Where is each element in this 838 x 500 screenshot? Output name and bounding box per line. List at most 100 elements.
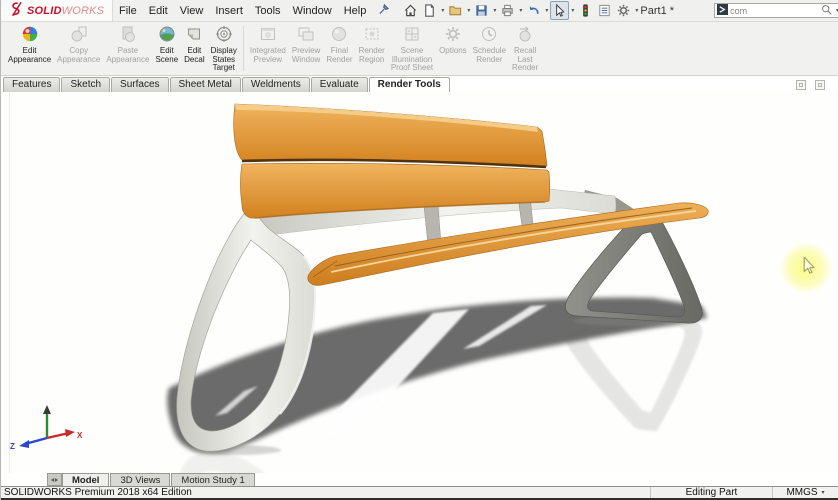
edit-scene-button[interactable]: Edit Scene	[152, 22, 181, 75]
tab-sheet-metal[interactable]: Sheet Metal	[169, 77, 241, 92]
units-dropdown-icon[interactable]: ▾	[822, 489, 825, 496]
gray-gear-icon	[444, 25, 462, 47]
tab-surfaces[interactable]: Surfaces	[111, 77, 169, 92]
svg-text:Z: Z	[10, 442, 15, 451]
integrated-preview-button: Integrated Preview	[247, 22, 289, 75]
print-icon[interactable]	[498, 1, 517, 20]
menu-view[interactable]: View	[174, 5, 210, 17]
status-bar: SOLIDWORKS Premium 2018 x64 Edition Edit…	[1, 486, 838, 500]
menu-help[interactable]: Help	[338, 5, 373, 17]
schedule-render-button: Schedule Render	[470, 22, 509, 75]
edit-appearance-button[interactable]: Edit Appearance	[5, 22, 54, 75]
render-sphere-icon	[330, 25, 348, 47]
tab-model[interactable]: Model	[62, 473, 110, 486]
select-icon[interactable]	[550, 1, 570, 20]
open-icon[interactable]	[446, 1, 465, 20]
display-report-icon[interactable]	[595, 1, 614, 20]
edit-decal-label: Decal	[184, 54, 205, 64]
recall-last-render-button: Recall Last Render	[509, 22, 541, 75]
open-dropdown-icon[interactable]: ▾	[465, 7, 472, 14]
menu-window[interactable]: Window	[287, 5, 338, 17]
model-tabs: Model 3D Views Motion Study 1	[62, 473, 256, 486]
clipboard-sphere-icon	[119, 25, 137, 47]
menu-file[interactable]: File	[113, 5, 143, 17]
solidworks-logo-icon	[5, 0, 27, 21]
preview-pane-icon	[259, 25, 277, 47]
final-render-label: Render	[326, 54, 353, 64]
tab-weldments[interactable]: Weldments	[241, 77, 310, 92]
solidworks-logo-text: SOLIDWORKS	[27, 4, 105, 17]
edit-decal-button[interactable]: Edit Decal	[181, 22, 207, 75]
options-gear-icon[interactable]	[614, 1, 633, 20]
tab-scroll-button[interactable]	[47, 473, 62, 486]
scene-illumination-proof-sheet-button: Scene Illumination Proof Sheet	[388, 22, 436, 75]
search-icon[interactable]	[821, 4, 832, 18]
units-selector[interactable]: MMGS ▾	[772, 487, 838, 498]
pin-icon[interactable]	[378, 3, 390, 18]
doc-restore-icon[interactable]	[815, 80, 825, 90]
editing-mode-label: Editing Part	[650, 487, 772, 498]
new-document-icon[interactable]	[420, 1, 439, 20]
panel-divider	[9, 92, 10, 473]
recall-render-icon	[516, 25, 534, 47]
tab-3d-views[interactable]: 3D Views	[110, 473, 171, 486]
undo-dropdown-icon[interactable]: ▾	[543, 7, 550, 14]
ribbon-group-separator	[242, 26, 244, 71]
sphere-color-icon	[21, 25, 39, 47]
display-states-target-button[interactable]: Display States Target	[208, 22, 240, 75]
schedule-render-label: Render	[476, 54, 503, 64]
tab-features[interactable]: Features	[3, 77, 61, 92]
proof-sheet-icon	[403, 25, 421, 47]
doc-minimize-icon[interactable]	[796, 80, 806, 90]
tab-motion-study-1[interactable]: Motion Study 1	[171, 473, 255, 486]
menu-bar: SOLIDWORKS File Edit View Insert Tools Window…	[1, 0, 838, 22]
decal-peel-icon	[185, 25, 203, 47]
save-icon[interactable]	[472, 1, 491, 20]
command-search[interactable]: ▾	[714, 3, 838, 18]
integrated-preview-label: Preview	[253, 54, 283, 64]
preview-window-icon	[297, 25, 315, 47]
rebuild-icon[interactable]	[576, 1, 595, 20]
options-gear-dropdown-icon[interactable]: ▾	[633, 7, 640, 14]
command-tabs: Features Sketch Surfaces Sheet Metal Weldmen…	[1, 76, 838, 92]
bench-render: X Z	[10, 103, 709, 473]
scene-sphere-icon	[158, 25, 176, 47]
graphics-viewport[interactable]: X Z	[1, 92, 838, 473]
preview-window-button: Preview Window	[289, 22, 323, 75]
search-input[interactable]	[730, 5, 820, 16]
copy-appearance-label: Appearance	[57, 54, 101, 64]
paste-appearance-button: Paste Appearance	[103, 22, 152, 75]
display-states-target-label: Target	[212, 63, 235, 73]
tab-evaluate[interactable]: Evaluate	[310, 77, 368, 92]
save-dropdown-icon[interactable]: ▾	[491, 7, 498, 14]
final-render-button: Final Render	[323, 22, 355, 75]
preview-window-label: Window	[291, 54, 321, 64]
states-target-icon	[215, 25, 233, 47]
svg-text:X: X	[77, 431, 83, 440]
tab-bar-spacer	[1, 473, 47, 486]
menu-edit[interactable]: Edit	[143, 5, 174, 17]
tab-sketch[interactable]: Sketch	[61, 77, 111, 92]
solidworks-window: SOLIDWORKS File Edit View Insert Tools Window…	[0, 0, 838, 500]
undo-icon[interactable]	[524, 1, 543, 20]
search-logo-icon	[717, 3, 729, 18]
quick-access-toolbar: ▾ ▾ ▾ ▾ ▾ ▾ ▾	[401, 1, 640, 20]
model-tab-bar: Model 3D Views Motion Study 1	[1, 473, 838, 486]
print-dropdown-icon[interactable]: ▾	[517, 7, 524, 14]
scene-illumination-proof-sheet-label: Proof Sheet	[390, 63, 434, 73]
document-title: Part1 *	[640, 4, 675, 17]
sphere-doc-icon	[70, 25, 88, 47]
search-dropdown-icon[interactable]: ▾	[834, 7, 838, 14]
select-dropdown-icon[interactable]: ▾	[569, 7, 576, 14]
tab-render-tools[interactable]: Render Tools	[368, 77, 450, 92]
menu-tools[interactable]: Tools	[249, 5, 287, 17]
render-region-icon	[363, 25, 381, 47]
new-document-dropdown-icon[interactable]: ▾	[439, 7, 446, 14]
edit-scene-label: Scene	[155, 54, 179, 64]
recall-last-render-label: Render	[512, 63, 539, 73]
menu-insert[interactable]: Insert	[209, 5, 249, 17]
copy-appearance-button: Copy Appearance	[54, 22, 103, 75]
home-icon[interactable]	[401, 1, 420, 20]
main-menu: File Edit View Insert Tools Window Help	[113, 5, 372, 17]
edit-appearance-label: Appearance	[8, 54, 52, 64]
